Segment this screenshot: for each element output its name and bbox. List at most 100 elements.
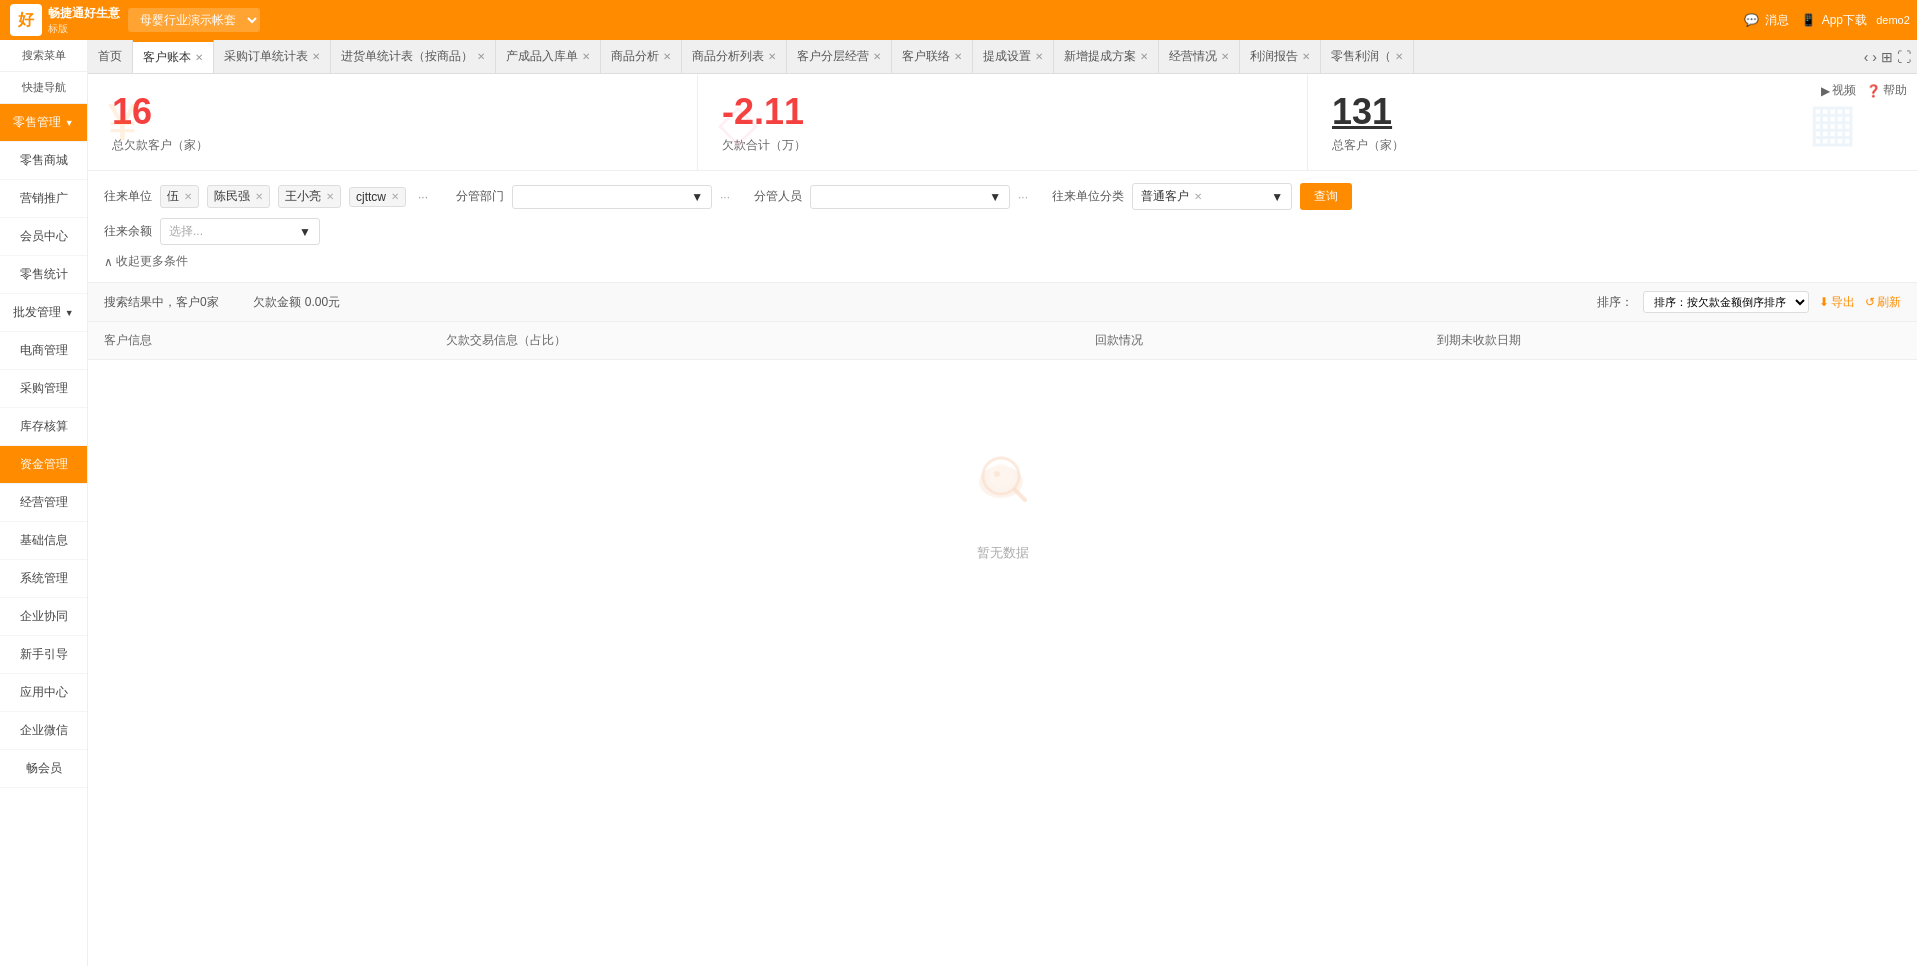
sidebar-item-operations[interactable]: 经营管理 — [0, 484, 87, 522]
tab-home[interactable]: 首页 — [88, 40, 133, 74]
tab-close-incoming[interactable]: ✕ — [477, 51, 485, 62]
filter-person-label: 分管人员 — [754, 188, 802, 205]
app-download-btn[interactable]: 📱 App下载 — [1801, 12, 1867, 29]
tab-product-inbound[interactable]: 产成品入库单 ✕ — [496, 40, 601, 74]
sidebar-item-inventory[interactable]: 库存核算 — [0, 408, 87, 446]
store-selector[interactable]: 母婴行业演示帐套 — [128, 8, 260, 32]
tab-customer-contact[interactable]: 客户联络 ✕ — [892, 40, 973, 74]
filter-unit-label: 往来单位 — [104, 188, 152, 205]
tab-close-purchase[interactable]: ✕ — [312, 51, 320, 62]
sidebar-item-purchase[interactable]: 采购管理 — [0, 370, 87, 408]
filter-balance-label: 往来余额 — [104, 223, 152, 240]
tab-operations[interactable]: 经营情况 ✕ — [1159, 40, 1240, 74]
filter-dept-more[interactable]: ··· — [720, 190, 730, 204]
tab-bar: 首页 客户账本 ✕ 采购订单统计表 ✕ 进货单统计表（按商品） ✕ 产成品入库单… — [88, 40, 1917, 74]
tab-new-promo[interactable]: 新增提成方案 ✕ — [1054, 40, 1159, 74]
export-btn[interactable]: ⬇ 导出 — [1819, 294, 1855, 311]
col-customer-info: 客户信息 — [88, 322, 430, 360]
sidebar-item-member[interactable]: 畅会员 — [0, 750, 87, 788]
tab-purchase-order[interactable]: 采购订单统计表 ✕ — [214, 40, 331, 74]
empty-text: 暂无数据 — [977, 544, 1029, 562]
sidebar-quick-nav[interactable]: 快捷导航 — [0, 72, 87, 104]
filter-area: 往来单位 伍 ✕ 陈民强 ✕ 王小亮 ✕ cjttcw — [88, 171, 1917, 283]
tab-close-new-promo[interactable]: ✕ — [1140, 51, 1148, 62]
tab-close-analysis[interactable]: ✕ — [663, 51, 671, 62]
filter-dept-label: 分管部门 — [456, 188, 504, 205]
filter-category-label: 往来单位分类 — [1052, 188, 1124, 205]
filter-tag-unit-chen: 陈民强 ✕ — [207, 185, 270, 208]
col-repayment: 回款情况 — [1079, 322, 1421, 360]
filter-row-1: 往来单位 伍 ✕ 陈民强 ✕ 王小亮 ✕ cjttcw — [104, 183, 1901, 210]
filter-person-select[interactable]: ▼ — [810, 185, 1010, 209]
page-content: ▶ 视频 ❓ 帮助 ¥ 16 总欠款客户（家） ◇ — [88, 74, 1917, 966]
filter-balance-select[interactable]: 选择... ▼ — [160, 218, 320, 245]
tab-scroll-left[interactable]: ‹ — [1864, 49, 1869, 65]
top-bar-right: 💬 消息 📱 App下载 demo2 — [1744, 6, 1907, 34]
sidebar-item-wholesale[interactable]: 批发管理 ▼ — [0, 294, 87, 332]
stat-label-3: 总客户（家） — [1332, 137, 1404, 154]
tab-close-customer-book[interactable]: ✕ — [195, 52, 203, 63]
filter-person-more[interactable]: ··· — [1018, 190, 1028, 204]
tab-scroll-right[interactable]: › — [1872, 49, 1877, 65]
tab-close-ops[interactable]: ✕ — [1221, 51, 1229, 62]
col-overdue-date: 到期未收款日期 — [1421, 322, 1917, 360]
sidebar-item-wecom[interactable]: 企业微信 — [0, 712, 87, 750]
main-layout: 搜索菜单 快捷导航 零售管理 ▼ 零售商城 营销推广 会员中心 零售统计 批发管… — [0, 40, 1917, 966]
tab-close-retail[interactable]: ✕ — [1395, 51, 1403, 62]
filter-category-select[interactable]: 普通客户 ✕ ▼ — [1132, 183, 1292, 210]
collapse-btn[interactable]: ∧ 收起更多条件 — [104, 253, 1901, 270]
filter-tag-unit-wang: 王小亮 ✕ — [278, 185, 341, 208]
sidebar-item-enterprise-collab[interactable]: 企业协同 — [0, 598, 87, 636]
sidebar-item-member-center[interactable]: 会员中心 — [0, 218, 87, 256]
sidebar-item-marketing[interactable]: 营销推广 — [0, 180, 87, 218]
tab-retail-profit[interactable]: 零售利润（ ✕ — [1321, 40, 1414, 74]
collapse-row: ∧ 收起更多条件 — [104, 253, 1901, 270]
tab-profit-report[interactable]: 利润报告 ✕ — [1240, 40, 1321, 74]
query-button[interactable]: 查询 — [1300, 183, 1352, 210]
remove-tag-category[interactable]: ✕ — [1194, 191, 1202, 202]
avatar[interactable]: demo2 — [1879, 6, 1907, 34]
svg-point-4 — [994, 471, 1000, 477]
sort-select[interactable]: 排序：按欠款金额倒序排序 — [1643, 291, 1809, 313]
sidebar-item-finance[interactable]: 资金管理 — [0, 446, 87, 484]
stat-value-3: 131 — [1332, 90, 1392, 133]
tab-expand[interactable]: ⊞ — [1881, 49, 1893, 65]
tab-incoming-stats[interactable]: 进货单统计表（按商品） ✕ — [331, 40, 496, 74]
message-btn[interactable]: 💬 消息 — [1744, 12, 1789, 29]
sidebar-item-app-center[interactable]: 应用中心 — [0, 674, 87, 712]
tab-close-tier[interactable]: ✕ — [873, 51, 881, 62]
refresh-btn[interactable]: ↺ 刷新 — [1865, 294, 1901, 311]
stat-total-customers: ▦ 131 总客户（家） — [1308, 74, 1917, 170]
sidebar-search[interactable]: 搜索菜单 — [0, 40, 87, 72]
remove-tag-cj[interactable]: ✕ — [391, 191, 399, 202]
tab-close-contact[interactable]: ✕ — [954, 51, 962, 62]
remove-tag-wang[interactable]: ✕ — [326, 191, 334, 202]
tab-customer-tier[interactable]: 客户分层经营 ✕ — [787, 40, 892, 74]
tab-close-profit[interactable]: ✕ — [1302, 51, 1310, 62]
tab-promotion-settings[interactable]: 提成设置 ✕ — [973, 40, 1054, 74]
tab-fullscreen[interactable]: ⛶ — [1897, 49, 1911, 65]
tab-product-analysis[interactable]: 商品分析 ✕ — [601, 40, 682, 74]
empty-state: 暂无数据 — [88, 360, 1917, 642]
sidebar-item-newbie[interactable]: 新手引导 — [0, 636, 87, 674]
stat-icon-2: ◇ — [718, 92, 758, 152]
filter-more-tags[interactable]: ··· — [414, 188, 432, 206]
sidebar-item-basic-info[interactable]: 基础信息 — [0, 522, 87, 560]
col-debt-info: 欠款交易信息（占比） — [430, 322, 1080, 360]
logo-area: 好 畅捷通好生意 标版 — [10, 4, 120, 36]
sidebar-item-ecommerce[interactable]: 电商管理 — [0, 332, 87, 370]
sidebar-item-retail-stats[interactable]: 零售统计 — [0, 256, 87, 294]
tab-close-inbound[interactable]: ✕ — [582, 51, 590, 62]
tab-close-promo[interactable]: ✕ — [1035, 51, 1043, 62]
result-bar: 搜索结果中，客户0家 欠款金额 0.00元 排序： 排序：按欠款金额倒序排序 ⬇… — [88, 283, 1917, 322]
sidebar-item-retail[interactable]: 零售管理 ▼ — [0, 104, 87, 142]
tab-product-analysis-list[interactable]: 商品分析列表 ✕ — [682, 40, 787, 74]
tab-customer-book[interactable]: 客户账本 ✕ — [133, 40, 214, 74]
filter-dept-select[interactable]: ▼ — [512, 185, 712, 209]
tab-close-analysis-list[interactable]: ✕ — [768, 51, 776, 62]
sidebar-item-retail-mall[interactable]: 零售商城 — [0, 142, 87, 180]
remove-tag-chen[interactable]: ✕ — [255, 191, 263, 202]
remove-tag-wu[interactable]: ✕ — [184, 191, 192, 202]
sidebar-item-system[interactable]: 系统管理 — [0, 560, 87, 598]
tab-controls: ‹ › ⊞ ⛶ — [1858, 49, 1917, 65]
